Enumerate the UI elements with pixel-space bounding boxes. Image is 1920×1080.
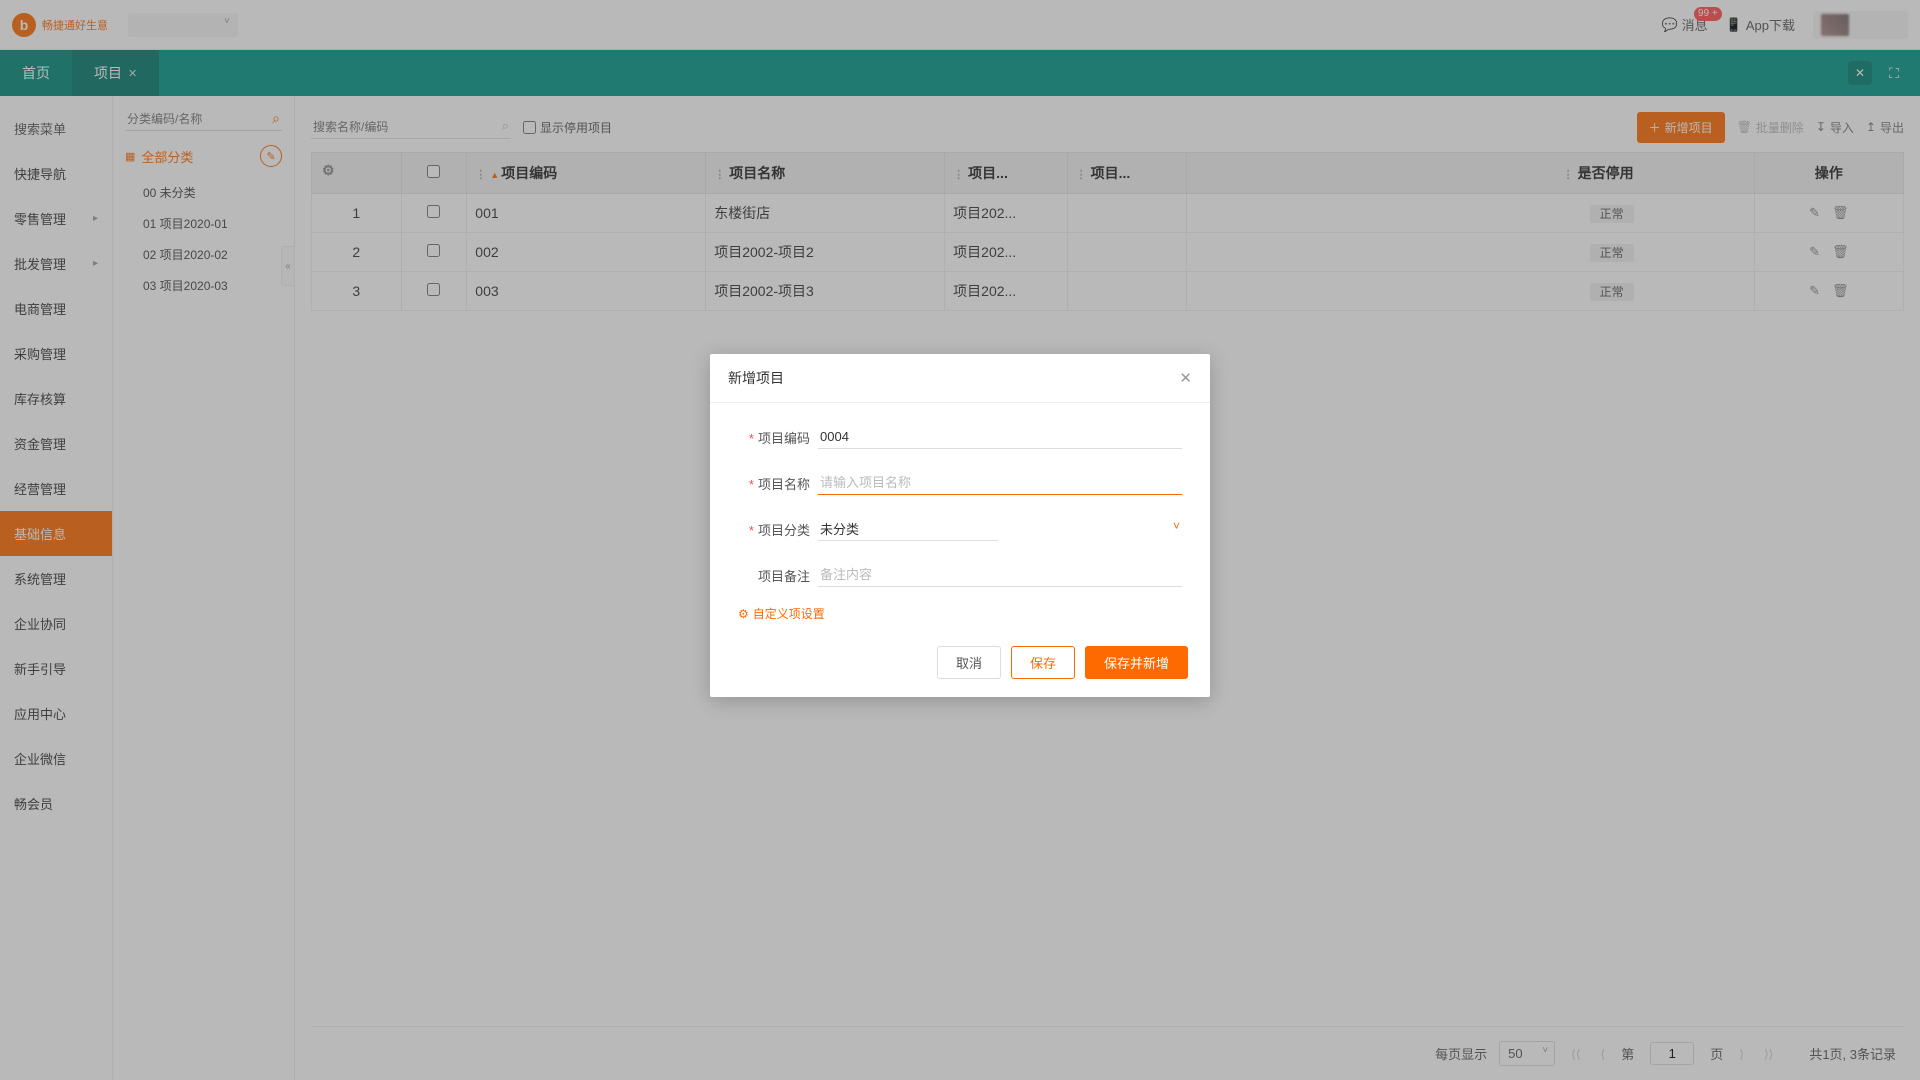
save-and-add-button[interactable]: 保存并新增 — [1085, 646, 1188, 679]
custom-fields-link[interactable]: 自定义项设置 — [738, 605, 1182, 622]
field-name-label: 项目名称 — [738, 474, 818, 493]
cancel-button[interactable]: 取消 — [937, 646, 1001, 679]
field-category-select[interactable] — [818, 517, 998, 541]
modal-close-button[interactable]: ✕ — [1179, 369, 1192, 387]
field-remark-input[interactable] — [818, 563, 1182, 587]
field-code-input[interactable] — [818, 425, 1182, 449]
save-button[interactable]: 保存 — [1011, 646, 1075, 679]
field-remark-label: 项目备注 — [738, 566, 818, 585]
add-project-modal: 新增项目 ✕ 项目编码 项目名称 项目分类 项目备注 自定义项设置 取消 保存 … — [710, 354, 1210, 697]
field-category-label: 项目分类 — [738, 520, 818, 539]
field-name-input[interactable] — [818, 471, 1182, 495]
field-code-label: 项目编码 — [738, 428, 818, 447]
modal-title: 新增项目 — [728, 368, 784, 388]
